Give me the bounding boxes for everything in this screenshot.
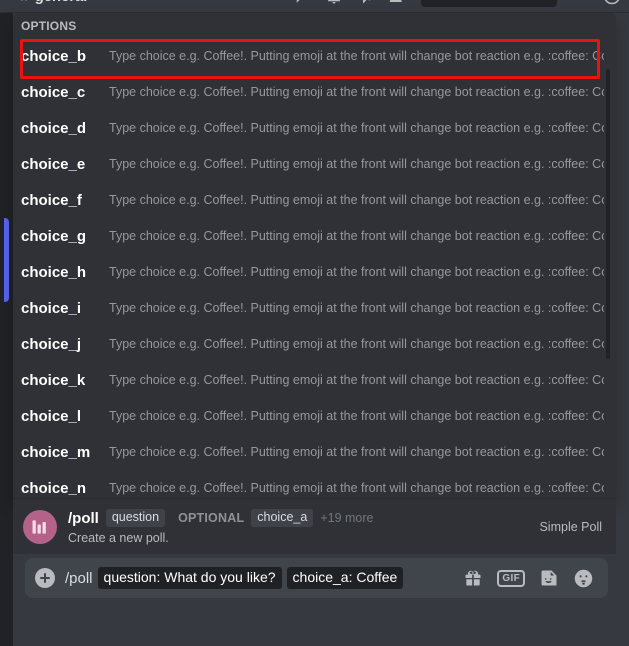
thread-icon[interactable] xyxy=(293,0,311,5)
autocomplete-option-description: Type choice e.g. Coffee!. Putting emoji … xyxy=(109,481,604,495)
members-icon[interactable] xyxy=(389,0,407,5)
gif-icon[interactable]: GIF xyxy=(497,569,525,587)
autocomplete-option-name: choice_j xyxy=(21,335,82,353)
hash-icon: # xyxy=(20,0,31,7)
plus-icon xyxy=(35,568,55,588)
svg-text:?: ? xyxy=(609,0,615,3)
autocomplete-option-name: choice_d xyxy=(21,119,87,137)
autocomplete-option-list[interactable]: choice_b Type choice e.g. Coffee!. Puttin… xyxy=(13,38,616,498)
command-autocomplete-popout: OPTIONS choice_b Type choice e.g. Coffee!… xyxy=(13,13,616,498)
autocomplete-option-choice_j[interactable]: choice_j Type choice e.g. Coffee!. Puttin… xyxy=(13,326,616,362)
autocomplete-option-name: choice_k xyxy=(21,371,86,389)
autocomplete-option-name: choice_m xyxy=(21,443,91,461)
autocomplete-option-description: Type choice e.g. Coffee!. Putting emoji … xyxy=(109,445,604,459)
autocomplete-option-description: Type choice e.g. Coffee!. Putting emoji … xyxy=(109,193,604,207)
autocomplete-option-choice_c[interactable]: choice_c Type choice e.g. Coffee!. Puttin… xyxy=(13,74,616,110)
autocomplete-option-choice_b[interactable]: choice_b Type choice e.g. Coffee!. Puttin… xyxy=(13,38,616,79)
server-rail xyxy=(0,13,13,646)
autocomplete-option-description: Type choice e.g. Coffee!. Putting emoji … xyxy=(109,121,604,135)
discord-window: # general Search xyxy=(0,0,629,646)
autocomplete-option-name: choice_n xyxy=(21,479,87,497)
command-app-name: Simple Poll xyxy=(539,519,602,534)
gift-icon[interactable] xyxy=(463,568,483,588)
autocomplete-option-name: choice_c xyxy=(21,83,86,101)
attach-button[interactable] xyxy=(25,558,65,598)
channel-header: # general Search xyxy=(0,0,629,13)
autocomplete-option-choice_h[interactable]: choice_h Type choice e.g. Coffee!. Puttin… xyxy=(13,254,616,290)
message-input-actions: GIF xyxy=(451,568,594,589)
command-arg-question: question xyxy=(105,509,166,527)
autocomplete-option-name: choice_i xyxy=(21,299,82,317)
autocomplete-option-description: Type choice e.g. Coffee!. Putting emoji … xyxy=(109,157,604,171)
autocomplete-option-description: Type choice e.g. Coffee!. Putting emoji … xyxy=(109,337,604,351)
autocomplete-scrollbar-thumb[interactable] xyxy=(606,69,610,359)
autocomplete-option-description: Type choice e.g. Coffee!. Putting emoji … xyxy=(109,301,604,315)
autocomplete-option-choice_g[interactable]: choice_g Type choice e.g. Coffee!. Puttin… xyxy=(13,218,616,254)
autocomplete-option-name: choice_b xyxy=(21,47,87,65)
inbox-icon[interactable] xyxy=(571,0,589,5)
autocomplete-option-choice_l[interactable]: choice_l Type choice e.g. Coffee!. Puttin… xyxy=(13,398,616,434)
command-arg-choice-a: choice_a xyxy=(251,509,314,527)
sticker-icon[interactable] xyxy=(539,568,559,588)
message-token-question[interactable]: question: What do you like? xyxy=(97,567,282,589)
command-more-count: +19 more xyxy=(320,511,374,525)
message-input-bar[interactable]: /poll question: What do you like? choice… xyxy=(25,558,608,598)
autocomplete-option-name: choice_g xyxy=(21,227,87,245)
channel-name: general xyxy=(35,0,88,5)
autocomplete-option-description: Type choice e.g. Coffee!. Putting emoji … xyxy=(109,265,604,279)
autocomplete-option-description: Type choice e.g. Coffee!. Putting emoji … xyxy=(109,85,604,99)
search-input[interactable]: Search xyxy=(421,0,557,7)
autocomplete-option-description: Type choice e.g. Coffee!. Putting emoji … xyxy=(109,373,604,387)
command-preview-text: /poll question OPTIONAL choice_a +19 mor… xyxy=(68,509,529,545)
emoji-icon[interactable] xyxy=(573,568,594,589)
command-preview-bar: /poll question OPTIONAL choice_a +19 mor… xyxy=(13,498,616,554)
autocomplete-option-description: Type choice e.g. Coffee!. Putting emoji … xyxy=(109,409,604,423)
autocomplete-option-choice_d[interactable]: choice_d Type choice e.g. Coffee!. Puttin… xyxy=(13,110,616,146)
autocomplete-category-label: OPTIONS xyxy=(21,18,77,33)
command-description: Create a new poll. xyxy=(68,530,169,545)
autocomplete-option-name: choice_f xyxy=(21,191,82,209)
autocomplete-option-name: choice_l xyxy=(21,407,82,425)
autocomplete-option-choice_e[interactable]: choice_e Type choice e.g. Coffee!. Puttin… xyxy=(13,146,616,182)
autocomplete-option-choice_i[interactable]: choice_i Type choice e.g. Coffee!. Puttin… xyxy=(13,290,616,326)
autocomplete-category-header: OPTIONS xyxy=(13,13,616,38)
message-input-content[interactable]: /poll question: What do you like? choice… xyxy=(65,567,451,589)
channel-header-actions: Search ? xyxy=(293,0,621,7)
autocomplete-option-description: Type choice e.g. Coffee!. Putting emoji … xyxy=(109,229,604,243)
help-icon[interactable]: ? xyxy=(603,0,621,5)
command-optional-label: OPTIONAL xyxy=(178,511,245,525)
pin-icon[interactable] xyxy=(357,0,375,5)
avatar xyxy=(23,509,57,544)
bar-chart-icon xyxy=(32,519,46,534)
message-token-choice-a[interactable]: choice_a: Coffee xyxy=(286,567,404,589)
autocomplete-option-choice_m[interactable]: choice_m Type choice e.g. Coffee!. Puttin… xyxy=(13,434,616,470)
autocomplete-option-name: choice_h xyxy=(21,263,87,281)
autocomplete-option-choice_f[interactable]: choice_f Type choice e.g. Coffee!. Puttin… xyxy=(13,182,616,218)
active-server-indicator xyxy=(4,218,9,302)
message-slash-command: /poll xyxy=(65,569,93,587)
autocomplete-option-description: Type choice e.g. Coffee!. Putting emoji … xyxy=(109,49,604,63)
autocomplete-scrollbar-track[interactable] xyxy=(606,39,613,494)
command-name: /poll xyxy=(68,509,99,527)
autocomplete-option-choice_n[interactable]: choice_n Type choice e.g. Coffee!. Puttin… xyxy=(13,470,616,498)
autocomplete-option-name: choice_e xyxy=(21,155,86,173)
autocomplete-option-choice_k[interactable]: choice_k Type choice e.g. Coffee!. Puttin… xyxy=(13,362,616,398)
bell-icon[interactable] xyxy=(325,0,343,5)
